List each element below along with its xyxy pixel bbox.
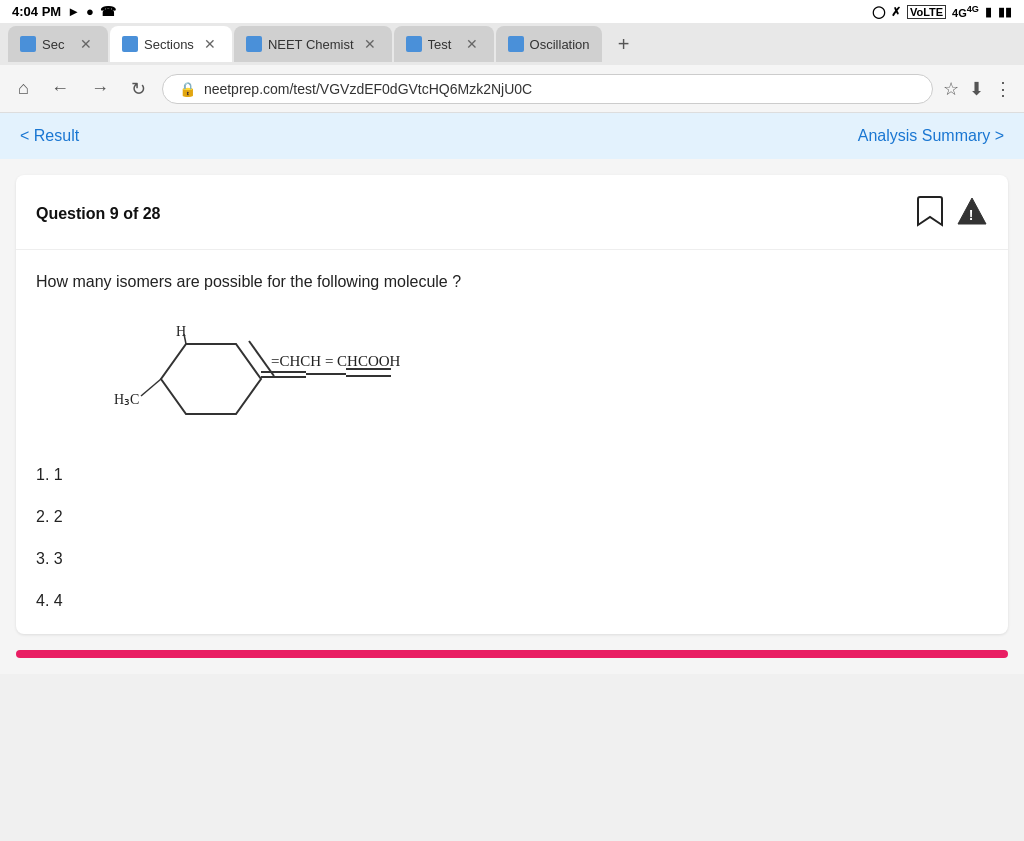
alarm-icon: ◯ [872, 5, 885, 19]
signal-bars-icon: ▮ [985, 5, 992, 19]
tab-neet-close[interactable]: ✕ [360, 34, 380, 54]
signal-label: 4G4G [952, 4, 979, 19]
analysis-forward-link[interactable]: Analysis Summary > [858, 127, 1004, 145]
tab-sections-icon [122, 36, 138, 52]
location-icon: ● [86, 4, 94, 19]
tab-oscillation-label: Oscillation [530, 37, 590, 52]
tab-test-icon [406, 36, 422, 52]
option-4[interactable]: 4. 4 [36, 588, 988, 614]
tab-sections-close[interactable]: ✕ [200, 34, 220, 54]
tab-bar: Sec ✕ Sections ✕ NEET Chemist ✕ Test ✕ O… [0, 23, 1024, 65]
tab-test[interactable]: Test ✕ [394, 26, 494, 62]
home-button[interactable]: ⌂ [12, 74, 35, 103]
volte-label: VoLTE [907, 5, 946, 19]
molecule-svg: =CHCH = CHCOOH H H₃C [36, 314, 416, 434]
option-2-value: 2 [54, 508, 63, 525]
option-1-value: 1 [54, 466, 63, 483]
option-2-number: 2. [36, 508, 54, 525]
tab-oscillation-icon [508, 36, 524, 52]
download-button[interactable]: ⬇ [969, 78, 984, 100]
reload-button[interactable]: ↻ [125, 74, 152, 104]
forward-button[interactable]: → [85, 74, 115, 103]
new-tab-button[interactable]: + [608, 28, 640, 60]
phone-icon: ☎ [100, 4, 116, 19]
option-3-number: 3. [36, 550, 54, 567]
question-number: Question 9 of 28 [36, 205, 160, 223]
tab-test-close[interactable]: ✕ [462, 34, 482, 54]
battery-icon: ▮▮ [998, 5, 1012, 19]
lock-icon: 🔒 [179, 81, 196, 97]
tab-sections[interactable]: Sections ✕ [110, 26, 232, 62]
tab-test-label: Test [428, 37, 456, 52]
tab-neet[interactable]: NEET Chemist ✕ [234, 26, 392, 62]
status-bar: 4:04 PM ► ● ☎ ◯ ✗ VoLTE 4G4G ▮ ▮▮ [0, 0, 1024, 23]
url-text: neetprep.com/test/VGVzdEF0dGVtcHQ6Mzk2Nj… [204, 81, 916, 97]
bookmark-icon[interactable] [916, 195, 944, 233]
options-list: 1. 1 2. 2 3. 3 4. 4 [36, 462, 988, 614]
bottom-progress-bar [16, 650, 1008, 658]
status-right: ◯ ✗ VoLTE 4G4G ▮ ▮▮ [872, 4, 1012, 19]
tab-sec[interactable]: Sec ✕ [8, 26, 108, 62]
option-4-number: 4. [36, 592, 54, 609]
nav-arrow-icon: ► [67, 4, 80, 19]
option-4-value: 4 [54, 592, 63, 609]
back-button[interactable]: ← [45, 74, 75, 103]
svg-marker-1 [161, 344, 261, 414]
svg-line-12 [141, 379, 161, 396]
question-card: Question 9 of 28 ! How many i [16, 175, 1008, 634]
option-2[interactable]: 2. 2 [36, 504, 988, 530]
nav-header: < Result Analysis Summary > [0, 113, 1024, 159]
question-divider [16, 249, 1008, 250]
menu-button[interactable]: ⋮ [994, 78, 1012, 100]
tab-sec-icon [20, 36, 36, 52]
bookmark-star-button[interactable]: ☆ [943, 78, 959, 100]
address-bar: ⌂ ← → ↻ 🔒 neetprep.com/test/VGVzdEF0dGVt… [0, 65, 1024, 113]
question-text: How many isomers are possible for the fo… [36, 270, 988, 294]
question-actions: ! [916, 195, 988, 233]
time-display: 4:04 PM [12, 4, 61, 19]
address-input[interactable]: 🔒 neetprep.com/test/VGVzdEF0dGVtcHQ6Mzk2… [162, 74, 933, 104]
svg-text:H₃C: H₃C [114, 392, 139, 407]
svg-text:=CHCH = CHCOOH: =CHCH = CHCOOH [271, 353, 401, 369]
option-1-number: 1. [36, 466, 54, 483]
question-header: Question 9 of 28 ! [36, 195, 988, 233]
status-left: 4:04 PM ► ● ☎ [12, 4, 116, 19]
svg-text:!: ! [969, 207, 974, 223]
tab-oscillation[interactable]: Oscillation [496, 26, 602, 62]
result-back-link[interactable]: < Result [20, 127, 79, 145]
tab-sections-label: Sections [144, 37, 194, 52]
option-3-value: 3 [54, 550, 63, 567]
molecule-area: =CHCH = CHCOOH H H₃C [36, 314, 988, 438]
warning-icon[interactable]: ! [956, 196, 988, 232]
bluetooth-icon: ✗ [891, 5, 901, 19]
tab-sec-label: Sec [42, 37, 70, 52]
option-3[interactable]: 3. 3 [36, 546, 988, 572]
main-content: Question 9 of 28 ! How many i [0, 159, 1024, 674]
tab-neet-label: NEET Chemist [268, 37, 354, 52]
tab-sec-close[interactable]: ✕ [76, 34, 96, 54]
option-1[interactable]: 1. 1 [36, 462, 988, 488]
tab-neet-icon [246, 36, 262, 52]
